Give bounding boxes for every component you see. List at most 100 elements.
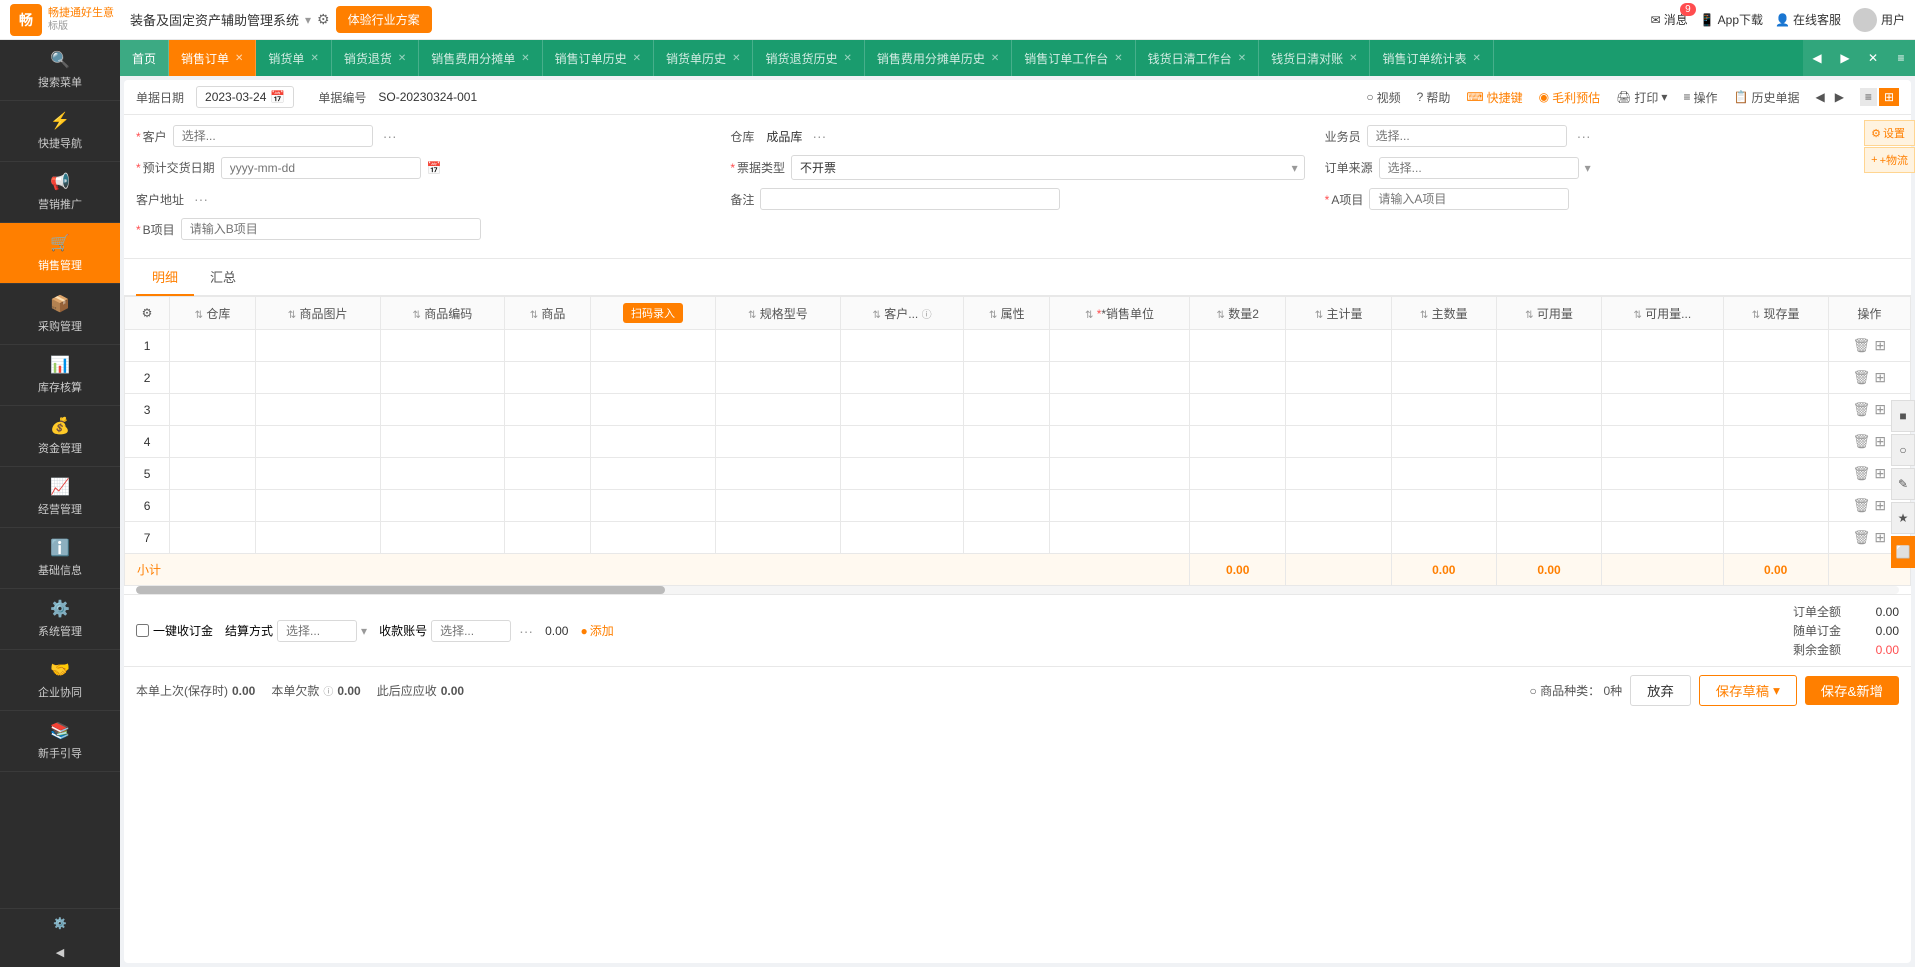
row-2-sales-unit[interactable]	[1050, 362, 1190, 394]
row-7-image[interactable]	[255, 522, 380, 554]
row-7-main-unit[interactable]	[1286, 522, 1391, 554]
online-service-btn[interactable]: 👤 在线客服	[1775, 11, 1841, 28]
row-4-customer-code[interactable]	[840, 426, 964, 458]
row-7-warehouse[interactable]	[170, 522, 256, 554]
sidebar-collapse-btn[interactable]: ◀	[0, 938, 120, 967]
row-1-product[interactable]	[505, 330, 591, 362]
grid-view-btn[interactable]: ⊞	[1879, 88, 1899, 106]
row-3-code[interactable]	[380, 394, 505, 426]
row-2-spec[interactable]	[716, 362, 841, 394]
sidebar-item-marketing[interactable]: 📢 营销推广	[0, 162, 120, 223]
scrollbar-thumb[interactable]	[136, 586, 665, 594]
tab-menu-btn[interactable]: ≡	[1887, 40, 1915, 76]
settle-method-dropdown[interactable]: ▾	[361, 624, 367, 638]
tab-home[interactable]: 首页	[120, 40, 169, 76]
row-3-main-unit[interactable]	[1286, 394, 1391, 426]
tab-close-statistics[interactable]: ✕	[1473, 53, 1481, 64]
row-5-stock[interactable]	[1723, 458, 1828, 490]
tab-reconciliation[interactable]: 钱货日清对账 ✕	[1259, 40, 1370, 76]
row-6-warehouse[interactable]	[170, 490, 256, 522]
row-2-stock[interactable]	[1723, 362, 1828, 394]
print-btn[interactable]: 🖨 打印 ▾	[1612, 87, 1671, 108]
sidebar-item-guide[interactable]: 📚 新手引导	[0, 711, 120, 772]
row-5-code[interactable]	[380, 458, 505, 490]
row-5-customer-code[interactable]	[840, 458, 964, 490]
row-5-sales-unit[interactable]	[1050, 458, 1190, 490]
row-7-stock[interactable]	[1723, 522, 1828, 554]
float-btn-5[interactable]: ⬜	[1891, 536, 1915, 568]
row-3-sales-unit[interactable]	[1050, 394, 1190, 426]
save-new-btn[interactable]: 保存&新增	[1805, 676, 1899, 705]
row-5-available[interactable]	[1496, 458, 1601, 490]
add-account-btn[interactable]: ● 添加	[580, 622, 613, 639]
row-6-image[interactable]	[255, 490, 380, 522]
float-btn-4[interactable]: ★	[1891, 502, 1915, 534]
salesperson-input[interactable]	[1367, 125, 1567, 147]
row-1-main-unit[interactable]	[1286, 330, 1391, 362]
save-draft-dropdown-icon[interactable]: ▾	[1773, 683, 1780, 699]
row-1-stock[interactable]	[1723, 330, 1828, 362]
row-5-main-unit[interactable]	[1286, 458, 1391, 490]
row-1-available[interactable]	[1496, 330, 1601, 362]
tab-close-sales-order[interactable]: ✕	[235, 53, 243, 64]
row-6-scan[interactable]	[590, 490, 715, 522]
message-btn[interactable]: ✉ 消息 9	[1651, 11, 1688, 28]
discard-btn[interactable]: 放弃	[1630, 675, 1691, 706]
view-btn[interactable]: ○ 视频	[1362, 87, 1404, 108]
user-area[interactable]: 用户	[1853, 8, 1905, 32]
account-input[interactable]	[431, 620, 511, 642]
list-view-btn[interactable]: ≡	[1860, 88, 1877, 106]
row-6-qty2[interactable]	[1189, 490, 1286, 522]
row-6-sales-unit[interactable]	[1050, 490, 1190, 522]
row-6-customer-code[interactable]	[840, 490, 964, 522]
shortcut-btn[interactable]: ⌨ 快捷键	[1462, 87, 1526, 108]
row-6-stock[interactable]	[1723, 490, 1828, 522]
row-6-main-unit[interactable]	[1286, 490, 1391, 522]
row-1-main-qty[interactable]	[1391, 330, 1496, 362]
history-btn[interactable]: 📋 历史单据	[1729, 87, 1803, 108]
row-4-delete-btn[interactable]: 🗑	[1853, 433, 1871, 450]
sidebar-item-system[interactable]: ⚙️ 系统管理	[0, 589, 120, 650]
row-1-copy-btn[interactable]: ⊞	[1874, 337, 1886, 354]
row-6-available[interactable]	[1496, 490, 1601, 522]
tab-close-invoice-history[interactable]: ✕	[732, 53, 740, 64]
tab-statistics[interactable]: 销售订单统计表 ✕	[1370, 40, 1493, 76]
row-1-qty2[interactable]	[1189, 330, 1286, 362]
settings-icon[interactable]: ⚙	[317, 11, 330, 28]
row-3-qty2[interactable]	[1189, 394, 1286, 426]
row-1-code[interactable]	[380, 330, 505, 362]
row-1-spec[interactable]	[716, 330, 841, 362]
row-4-attribute[interactable]	[964, 426, 1050, 458]
operation-btn[interactable]: ≡ 操作	[1679, 87, 1721, 108]
row-2-scan[interactable]	[590, 362, 715, 394]
app-download-btn[interactable]: 📱 App下载	[1700, 11, 1763, 28]
row-2-available2[interactable]	[1602, 362, 1723, 394]
row-3-image[interactable]	[255, 394, 380, 426]
row-4-scan[interactable]	[590, 426, 715, 458]
row-6-spec[interactable]	[716, 490, 841, 522]
tab-close-all-btn[interactable]: ✕	[1859, 40, 1887, 76]
float-btn-3[interactable]: ✎	[1891, 468, 1915, 500]
invoice-select[interactable]: 不开票 ▾	[791, 155, 1305, 180]
row-4-stock[interactable]	[1723, 426, 1828, 458]
save-draft-btn[interactable]: 保存草稿 ▾	[1699, 675, 1797, 706]
row-7-delete-btn[interactable]: 🗑	[1853, 529, 1871, 546]
tab-sales-return[interactable]: 销货退货 ✕	[332, 40, 419, 76]
row-3-copy-btn[interactable]: ⊞	[1874, 401, 1886, 418]
row-1-attribute[interactable]	[964, 330, 1050, 362]
row-5-warehouse[interactable]	[170, 458, 256, 490]
row-3-warehouse[interactable]	[170, 394, 256, 426]
row-4-warehouse[interactable]	[170, 426, 256, 458]
tab-prev-btn[interactable]: ◀	[1803, 40, 1831, 76]
aproject-input[interactable]	[1369, 188, 1569, 210]
row-4-spec[interactable]	[716, 426, 841, 458]
row-7-qty2[interactable]	[1189, 522, 1286, 554]
row-6-available2[interactable]	[1602, 490, 1723, 522]
tab-detail[interactable]: 明细	[136, 259, 194, 296]
row-2-attribute[interactable]	[964, 362, 1050, 394]
bproject-input[interactable]	[181, 218, 481, 240]
col-settings[interactable]: ⚙	[125, 297, 170, 330]
row-1-available2[interactable]	[1602, 330, 1723, 362]
tab-close-sales-return[interactable]: ✕	[398, 53, 406, 64]
tab-daily-clear[interactable]: 钱货日清工作台 ✕	[1136, 40, 1259, 76]
